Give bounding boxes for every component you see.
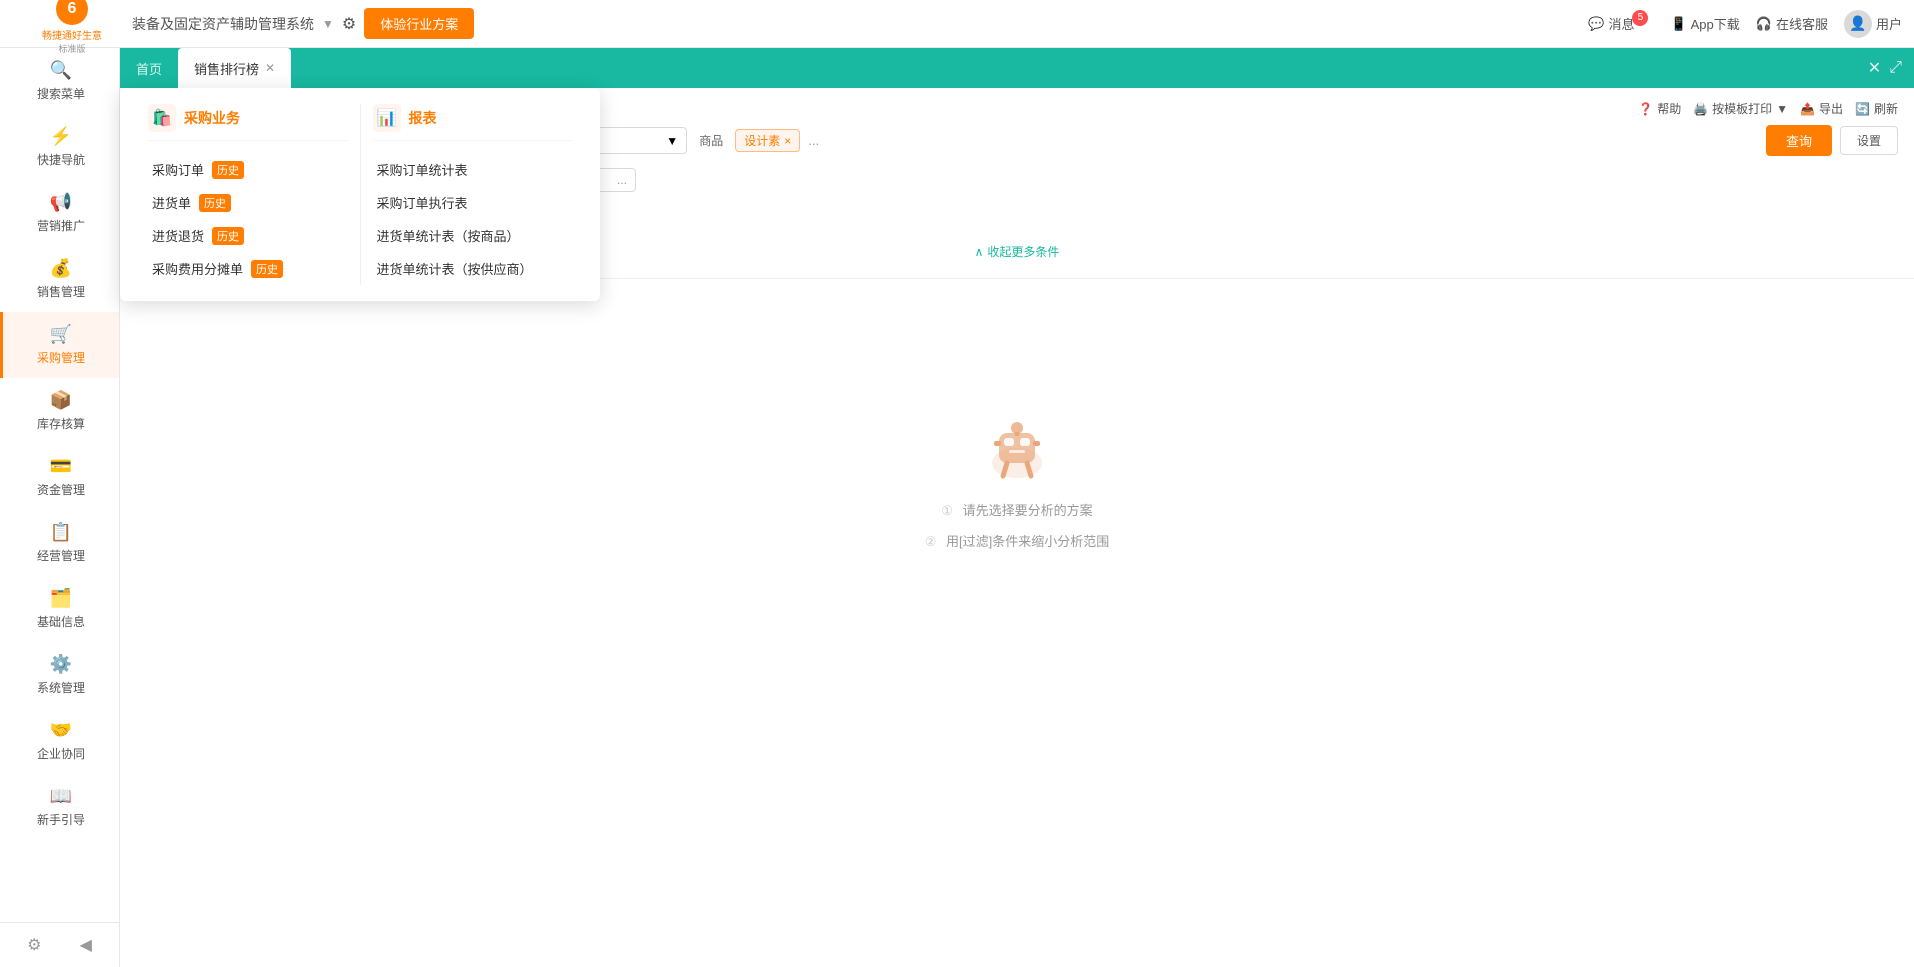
po-exec-item[interactable]: 采购订单执行表 bbox=[373, 186, 573, 219]
print-btn[interactable]: 🖨️ 按模板打印 ▼ bbox=[1693, 100, 1788, 117]
tab-close-icon[interactable]: ✕ bbox=[265, 61, 275, 75]
gear-icon: ⚙️ bbox=[50, 654, 72, 675]
sidebar-item-basic[interactable]: 🗂️ 基础信息 bbox=[0, 576, 119, 642]
search-icon: 🔍 bbox=[50, 60, 72, 81]
reports-icon: 📊 bbox=[373, 104, 401, 132]
doc-status-dropdown-icon: ▼ bbox=[666, 134, 678, 148]
inbound-history-badge: 历史 bbox=[199, 194, 231, 212]
sidebar-item-guide[interactable]: 📖 新手引导 bbox=[0, 774, 119, 840]
message-badge: 5 bbox=[1632, 10, 1648, 26]
clipboard-icon: 📋 bbox=[50, 522, 72, 543]
empty-illustration bbox=[977, 408, 1057, 488]
collapse-chevron-icon: ∧ bbox=[975, 245, 984, 259]
sidebar-item-sales[interactable]: 💰 销售管理 bbox=[0, 246, 119, 312]
messages-btn[interactable]: 💬 消息 5 bbox=[1588, 14, 1654, 33]
book-icon: 📖 bbox=[50, 786, 72, 807]
purchase-business-header: 🛍️ 采购业务 bbox=[148, 104, 348, 141]
megaphone-icon: 📢 bbox=[50, 192, 72, 213]
purchase-business-col: 🛍️ 采购业务 采购订单 历史 进货单 历史 进货退货 历史 采购费用分摊单 历… bbox=[136, 104, 361, 285]
system-dropdown-arrow[interactable]: ▼ bbox=[322, 17, 334, 31]
phone-icon: 📱 bbox=[1670, 16, 1686, 32]
tab-bar: 首页 销售排行榜 ✕ ✕ ⤢ bbox=[120, 48, 1914, 88]
po-stats-item[interactable]: 采购订单统计表 bbox=[373, 153, 573, 186]
settings-btn[interactable]: 设置 bbox=[1840, 126, 1898, 155]
salesman-dots[interactable]: ... bbox=[617, 173, 627, 187]
goods-tag-close[interactable]: × bbox=[784, 134, 791, 148]
sidebar-item-purchase[interactable]: 🛒 采购管理 bbox=[0, 312, 119, 378]
query-actions: 查询 设置 bbox=[1766, 125, 1898, 156]
avatar: 👤 bbox=[1844, 10, 1872, 38]
inbound-by-goods-item[interactable]: 进货单统计表（按商品） bbox=[373, 219, 573, 252]
inbound-by-supplier-item[interactable]: 进货单统计表（按供应商） bbox=[373, 252, 573, 285]
sidebar-item-operation[interactable]: 📋 经营管理 bbox=[0, 510, 119, 576]
export-icon: 📤 bbox=[1800, 102, 1815, 116]
sidebar-item-search[interactable]: 🔍 搜索菜单 bbox=[0, 48, 119, 114]
purchase-dropdown-menu: 🛍️ 采购业务 采购订单 历史 进货单 历史 进货退货 历史 采购费用分摊单 历… bbox=[120, 88, 600, 301]
logo-icon: 6 bbox=[56, 0, 88, 25]
return-history-badge: 历史 bbox=[212, 227, 244, 245]
refresh-btn[interactable]: 🔄 刷新 bbox=[1855, 100, 1898, 117]
sidebar-item-system[interactable]: ⚙️ 系统管理 bbox=[0, 642, 119, 708]
footer-settings-icon[interactable]: ⚙ bbox=[27, 935, 41, 955]
tab-maximize-icon[interactable]: ⤢ bbox=[1889, 59, 1902, 77]
purchase-inbound-item[interactable]: 进货单 历史 bbox=[148, 186, 348, 219]
empty-hint-2: ② 用[过滤]条件来缩小分析范围 bbox=[925, 531, 1110, 550]
collapse-sidebar-icon[interactable]: ◀ bbox=[80, 935, 92, 955]
handshake-icon: 🤝 bbox=[50, 720, 72, 741]
logo-area: 6 畅捷通好生意 标准版 bbox=[12, 0, 132, 55]
sidebar-item-finance[interactable]: 💳 资金管理 bbox=[0, 444, 119, 510]
lightning-icon: ⚡ bbox=[50, 126, 72, 147]
headset-icon: 🎧 bbox=[1756, 16, 1772, 32]
system-title-text: 装备及固定资产辅助管理系统 bbox=[132, 14, 314, 34]
folder-icon: 🗂️ bbox=[50, 588, 72, 609]
header-actions: 💬 消息 5 📱 App下载 🎧 在线客服 👤 用户 bbox=[1588, 10, 1902, 38]
purchase-expense-item[interactable]: 采购费用分摊单 历史 bbox=[148, 252, 348, 285]
tab-bar-actions: ✕ ⤢ bbox=[1868, 58, 1914, 78]
expense-history-badge: 历史 bbox=[251, 260, 283, 278]
sidebar-item-inventory[interactable]: 📦 库存核算 bbox=[0, 378, 119, 444]
purchase-business-icon: 🛍️ bbox=[148, 104, 176, 132]
query-btn[interactable]: 查询 bbox=[1766, 125, 1832, 156]
goods-label: 商品 bbox=[699, 132, 723, 149]
message-icon: 💬 bbox=[1588, 16, 1604, 32]
goods-tag: 设计素 × bbox=[735, 129, 800, 152]
purchase-order-history-badge: 历史 bbox=[212, 161, 244, 179]
purchase-order-item[interactable]: 采购订单 历史 bbox=[148, 153, 348, 186]
purchase-return-item[interactable]: 进货退货 历史 bbox=[148, 219, 348, 252]
help-icon: ❓ bbox=[1638, 102, 1653, 116]
tab-sales-rank[interactable]: 销售排行榜 ✕ bbox=[178, 48, 291, 88]
print-dropdown-icon: ▼ bbox=[1776, 102, 1788, 116]
online-service-btn[interactable]: 🎧 在线客服 bbox=[1756, 14, 1828, 33]
settings-icon[interactable]: ⚙ bbox=[342, 14, 356, 34]
edition-label: 标准版 bbox=[58, 42, 85, 55]
print-icon: 🖨️ bbox=[1693, 102, 1708, 116]
empty-hint-1: ① 请先选择要分析的方案 bbox=[941, 500, 1092, 519]
reports-header: 📊 报表 bbox=[373, 104, 573, 141]
cart-icon: 🛒 bbox=[50, 324, 72, 345]
money-icon: 💰 bbox=[50, 258, 72, 279]
reports-col: 📊 报表 采购订单统计表 采购订单执行表 进货单统计表（按商品） 进货单统计表（… bbox=[361, 104, 585, 285]
user-btn[interactable]: 👤 用户 bbox=[1844, 10, 1902, 38]
refresh-icon: 🔄 bbox=[1855, 102, 1870, 116]
empty-state: ① 请先选择要分析的方案 ② 用[过滤]条件来缩小分析范围 bbox=[120, 279, 1914, 679]
tab-close-all-icon[interactable]: ✕ bbox=[1868, 58, 1881, 78]
sidebar-item-marketing[interactable]: 📢 营销推广 bbox=[0, 180, 119, 246]
sidebar-item-enterprise[interactable]: 🤝 企业协同 bbox=[0, 708, 119, 774]
avatar-icon: 👤 bbox=[1849, 15, 1866, 32]
box-icon: 📦 bbox=[50, 390, 72, 411]
dropdown-columns: 🛍️ 采购业务 采购订单 历史 进货单 历史 进货退货 历史 采购费用分摊单 历… bbox=[136, 104, 584, 285]
sidebar: 🔍 搜索菜单 ⚡ 快捷导航 📢 营销推广 💰 销售管理 🛒 采购管理 📦 库存核… bbox=[0, 48, 120, 967]
system-title-area: 装备及固定资产辅助管理系统 ▼ ⚙ 体验行业方案 bbox=[132, 8, 1588, 39]
sidebar-item-quick-nav[interactable]: ⚡ 快捷导航 bbox=[0, 114, 119, 180]
sidebar-footer: ⚙ ◀ bbox=[0, 922, 119, 967]
help-btn[interactable]: ❓ 帮助 bbox=[1638, 100, 1681, 117]
wallet-icon: 💳 bbox=[50, 456, 72, 477]
goods-filter: 设计素 × ... bbox=[735, 129, 819, 152]
top-header: 6 畅捷通好生意 标准版 装备及固定资产辅助管理系统 ▼ ⚙ 体验行业方案 💬 … bbox=[0, 0, 1914, 48]
goods-dots[interactable]: ... bbox=[808, 133, 819, 148]
export-btn[interactable]: 📤 导出 bbox=[1800, 100, 1843, 117]
brand-name: 畅捷通好生意 bbox=[42, 27, 102, 42]
industry-btn[interactable]: 体验行业方案 bbox=[364, 8, 474, 39]
app-download-btn[interactable]: 📱 App下载 bbox=[1670, 14, 1739, 33]
